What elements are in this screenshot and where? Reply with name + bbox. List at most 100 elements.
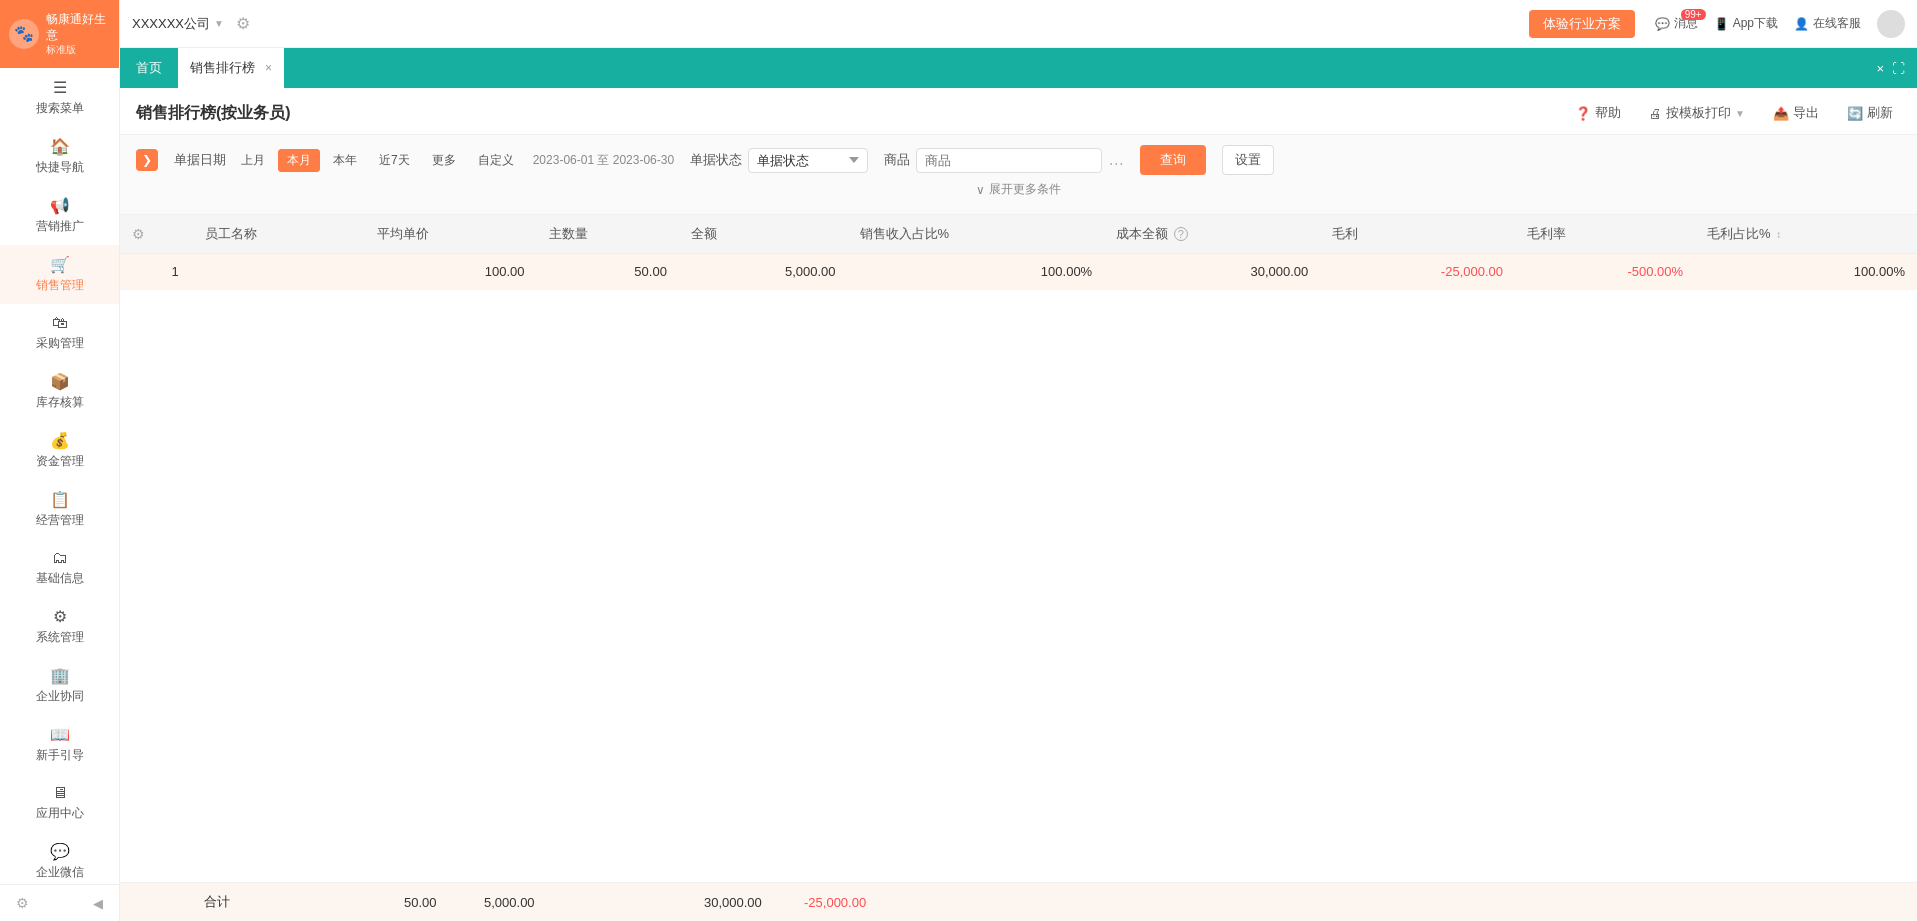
sidebar-item-guide[interactable]: 📖 新手引导: [0, 715, 119, 774]
online-service-btn[interactable]: 👤 在线客服: [1794, 15, 1861, 32]
th-avg-price: 平均单价: [365, 215, 537, 254]
service-icon: 👤: [1794, 17, 1809, 31]
sidebar-icon-basic: 🗂: [52, 549, 68, 567]
date-year-btn[interactable]: 本年: [324, 149, 366, 172]
sidebar-label-inventory: 库存核算: [36, 394, 84, 411]
sidebar-icon-operation: 📋: [50, 490, 70, 509]
avatar[interactable]: [1877, 10, 1905, 38]
sidebar-icon-finance: 💰: [50, 431, 70, 450]
service-label: 在线客服: [1813, 15, 1861, 32]
sidebar-item-enterprise[interactable]: 🏢 企业协同: [0, 656, 119, 715]
table-header-row: ⚙ 员工名称 平均单价 主数量 全额 销售收入占比% 成本全额 ? 毛利: [120, 215, 1917, 254]
table-row: 1 100.00 50.00 5,000.00 100.00% 30,000.0…: [120, 254, 1917, 290]
window-expand-icon[interactable]: ⛶: [1892, 61, 1905, 76]
tab-close-icon[interactable]: ×: [265, 61, 272, 75]
date-7days-btn[interactable]: 近7天: [370, 149, 419, 172]
td-gross-rate: -500.00%: [1515, 254, 1695, 290]
app-download-btn[interactable]: 📱 App下载: [1714, 15, 1778, 32]
sidebar-item-app-center[interactable]: 🖥 应用中心: [0, 774, 119, 832]
print-dropdown-icon: ▼: [1735, 108, 1745, 119]
sidebar-settings-icon[interactable]: ⚙: [16, 895, 29, 911]
logo-icon: 🐾: [8, 18, 40, 50]
footer-label: 合计: [204, 893, 324, 911]
message-badge: 99+: [1681, 9, 1706, 20]
filter-area: ❯ 单据日期 上月 本月 本年 近7天 更多 自定义 2023-06-01 至 …: [120, 135, 1917, 215]
sidebar-icon-guide: 📖: [50, 725, 70, 744]
date-display: 2023-06-01 至 2023-06-30: [533, 152, 674, 169]
date-prev-btn[interactable]: 上月: [232, 149, 274, 172]
refresh-btn[interactable]: 🔄 刷新: [1839, 100, 1901, 126]
topbar-settings-icon[interactable]: ⚙: [236, 14, 250, 33]
th-gross-pct: 毛利占比% ↕: [1695, 215, 1917, 254]
sidebar-label-basic: 基础信息: [36, 570, 84, 587]
app-download-icon: 📱: [1714, 17, 1729, 31]
svg-text:🐾: 🐾: [14, 24, 34, 43]
td-settings: [120, 254, 157, 290]
sidebar-icon-app-center: 🖥: [52, 784, 68, 802]
sidebar-item-marketing[interactable]: 📢 营销推广: [0, 186, 119, 245]
sales-table: ⚙ 员工名称 平均单价 主数量 全额 销售收入占比% 成本全额 ? 毛利: [120, 215, 1917, 290]
sidebar-item-purchase[interactable]: 🛍 采购管理: [0, 304, 119, 362]
th-settings: ⚙: [120, 215, 157, 254]
help-btn[interactable]: ❓ 帮助: [1567, 100, 1629, 126]
expand-icon: ∨: [976, 183, 985, 197]
sidebar-label-search: 搜索菜单: [36, 100, 84, 117]
footer-cost-total: 30,000.00: [704, 895, 804, 910]
date-custom-btn[interactable]: 自定义: [469, 149, 523, 172]
sidebar-icon-search: ☰: [53, 78, 67, 97]
expand-conditions-btn[interactable]: ∨ 展开更多条件: [136, 175, 1901, 204]
sidebar-collapse-icon[interactable]: ◀: [93, 896, 103, 911]
industry-btn[interactable]: 体验行业方案: [1529, 10, 1635, 38]
tab-label: 销售排行榜: [190, 59, 255, 77]
company-selector[interactable]: XXXXXX公司 ▼: [132, 15, 224, 33]
sidebar-icon-purchase: 🛍: [52, 314, 68, 332]
message-btn[interactable]: 💬 消息 99+: [1655, 15, 1698, 32]
app-logo: 🐾 畅康通好生意 标准版: [0, 0, 119, 68]
sidebar-item-sales[interactable]: 🛒 销售管理: [0, 245, 119, 304]
sidebar-icon-system: ⚙: [53, 607, 67, 626]
goods-more-icon[interactable]: …: [1108, 151, 1124, 169]
tabbar-window-controls: × ⛶: [1864, 61, 1917, 76]
filter-collapse-btn[interactable]: ❯: [136, 149, 158, 171]
window-close-icon[interactable]: ×: [1876, 61, 1884, 76]
refresh-icon: 🔄: [1847, 106, 1863, 121]
export-btn[interactable]: 📤 导出: [1765, 100, 1827, 126]
gross-pct-sort-icon[interactable]: ↕: [1776, 229, 1781, 240]
table-body: 1 100.00 50.00 5,000.00 100.00% 30,000.0…: [120, 254, 1917, 290]
date-filter-label: 单据日期: [174, 151, 226, 169]
main-area: XXXXXX公司 ▼ ⚙ 体验行业方案 💬 消息 99+ 📱 App下载 👤 在…: [120, 0, 1917, 921]
cost-info-icon[interactable]: ?: [1174, 227, 1188, 241]
table-settings-icon[interactable]: ⚙: [132, 226, 145, 242]
query-btn[interactable]: 查询: [1140, 145, 1206, 175]
status-select[interactable]: 单据状态: [748, 148, 868, 173]
status-filter: 单据状态 单据状态: [690, 148, 868, 173]
print-btn[interactable]: 🖨 按模板打印 ▼: [1641, 100, 1753, 126]
sidebar-item-system[interactable]: ⚙ 系统管理: [0, 597, 119, 656]
sidebar-item-basic[interactable]: 🗂 基础信息: [0, 539, 119, 597]
sidebar-icon-quick-nav: 🏠: [50, 137, 70, 156]
date-this-btn[interactable]: 本月: [278, 149, 320, 172]
table-container: ⚙ 员工名称 平均单价 主数量 全额 销售收入占比% 成本全额 ? 毛利: [120, 215, 1917, 882]
td-gross-pct: 100.00%: [1695, 254, 1917, 290]
date-more-btn[interactable]: 更多: [423, 149, 465, 172]
topbar: XXXXXX公司 ▼ ⚙ 体验行业方案 💬 消息 99+ 📱 App下载 👤 在…: [120, 0, 1917, 48]
company-dropdown-icon: ▼: [214, 18, 224, 29]
sidebar-item-search[interactable]: ☰ 搜索菜单: [0, 68, 119, 127]
td-sales-pct: 100.00%: [848, 254, 1105, 290]
sidebar-item-wechat[interactable]: 💬 企业微信: [0, 832, 119, 884]
sidebar-item-finance[interactable]: 💰 资金管理: [0, 421, 119, 480]
settings-btn[interactable]: 设置: [1222, 145, 1274, 175]
tab-sales-ranking[interactable]: 销售排行榜 ×: [178, 48, 284, 88]
goods-input[interactable]: [916, 148, 1102, 173]
sidebar-label-sales: 销售管理: [36, 277, 84, 294]
sidebar-item-operation[interactable]: 📋 经营管理: [0, 480, 119, 539]
sidebar-label-quick-nav: 快捷导航: [36, 159, 84, 176]
tab-home[interactable]: 首页: [120, 48, 178, 88]
sidebar-item-inventory[interactable]: 📦 库存核算: [0, 362, 119, 421]
sidebar: 🐾 畅康通好生意 标准版 ☰ 搜索菜单 🏠 快捷导航 📢 营销推广 🛒 销售管理…: [0, 0, 120, 921]
sidebar-item-quick-nav[interactable]: 🏠 快捷导航: [0, 127, 119, 186]
th-total: 全额: [679, 215, 848, 254]
td-rank: 1: [157, 254, 193, 290]
footer-gross: -25,000.00: [804, 895, 904, 910]
td-total: 5,000.00: [679, 254, 848, 290]
